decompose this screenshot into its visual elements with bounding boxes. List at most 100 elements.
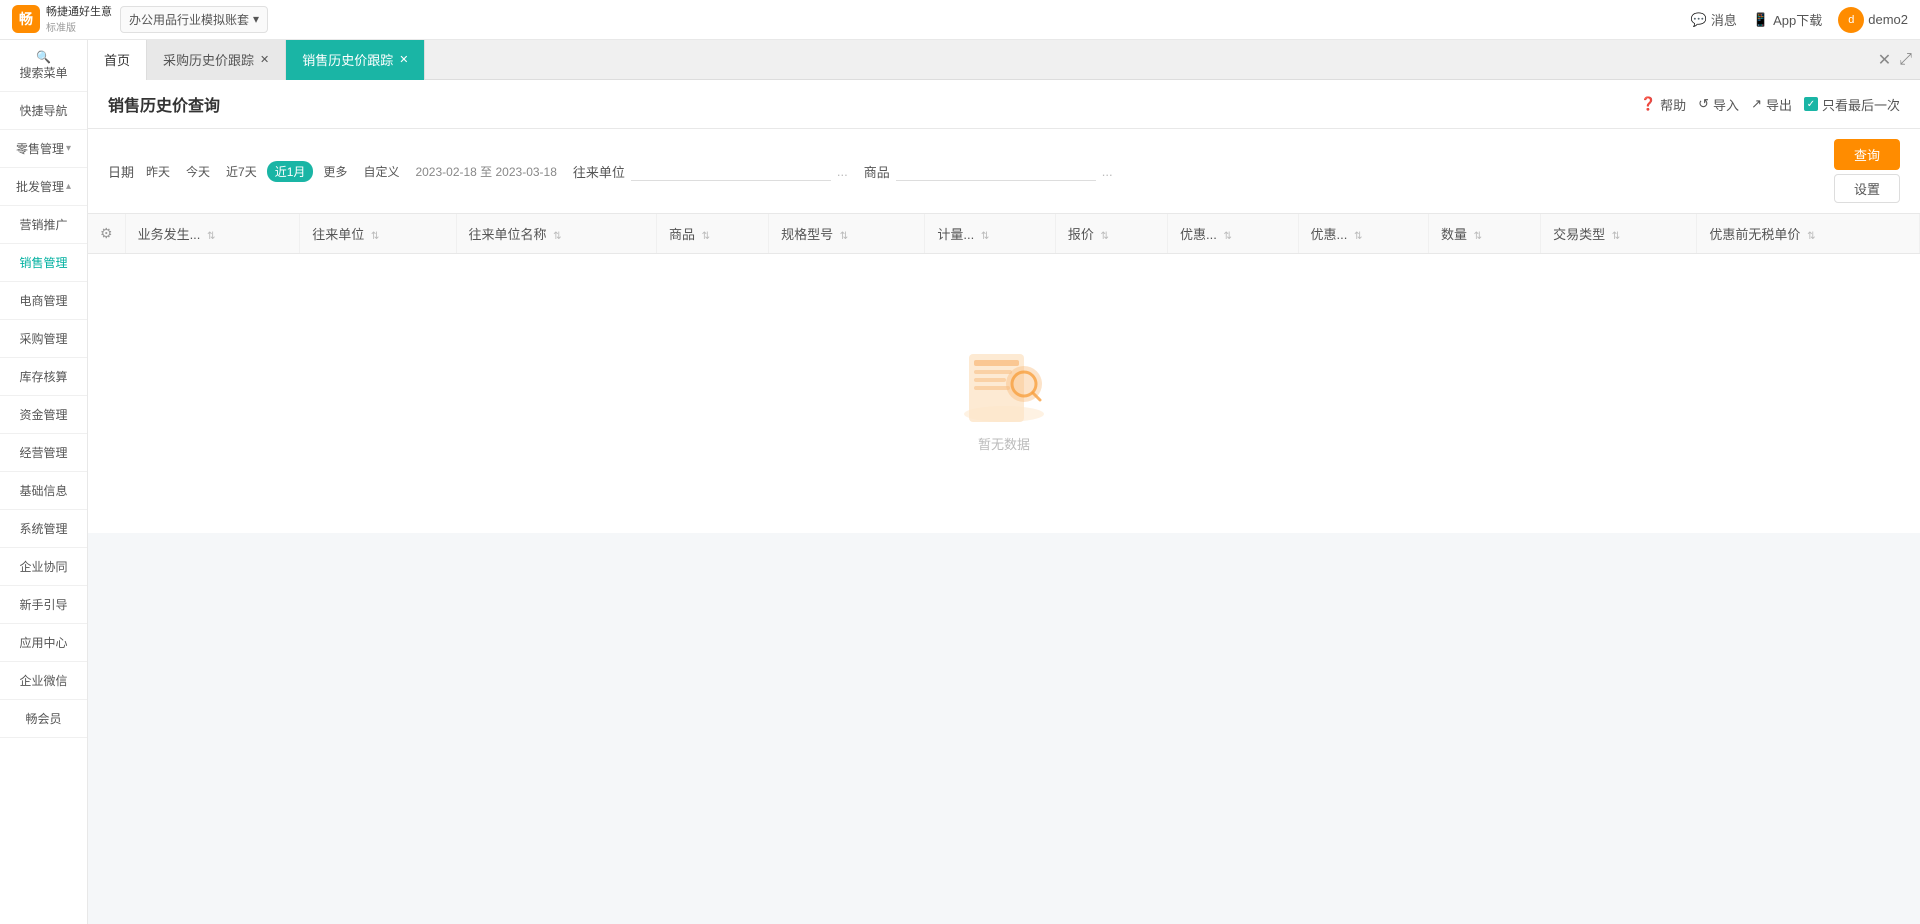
col-unit[interactable]: 计量... ⇅ (925, 214, 1056, 254)
unit-input[interactable] (631, 161, 831, 181)
sidebar-item-ecommerce[interactable]: 电商管理 (0, 282, 87, 320)
app-selector-label: 办公用品行业模拟账套 (129, 11, 249, 28)
col-settings: ⚙ (88, 214, 125, 254)
sidebar-item-marketing[interactable]: 营销推广 (0, 206, 87, 244)
col-trade-type[interactable]: 交易类型 ⇅ (1541, 214, 1697, 254)
sidebar-item-search[interactable]: 🔍 搜索菜单 (0, 40, 87, 92)
chevron-down-icon: ▾ (66, 143, 71, 154)
tab-home[interactable]: 首页 (88, 40, 147, 80)
filter-bar: 日期 昨天 今天 近7天 近1月 更多 自定义 2023-02-18 至 202… (88, 129, 1920, 214)
sort-icon: ⇅ (1354, 231, 1362, 242)
unit-dots[interactable]: ... (837, 164, 848, 179)
filter-action-group: 查询 设置 (1834, 139, 1900, 203)
sidebar-item-wechat[interactable]: 企业微信 (0, 662, 87, 700)
date-btn-7days[interactable]: 近7天 (220, 161, 263, 182)
sidebar-item-wholesale[interactable]: 批发管理 ▴ (0, 168, 87, 206)
col-quote[interactable]: 报价 ⇅ (1055, 214, 1167, 254)
logo-icon: 畅 (12, 5, 40, 33)
checkbox-icon: ✓ (1804, 97, 1818, 111)
col-spec[interactable]: 规格型号 ⇅ (769, 214, 925, 254)
top-bar-right: 💬 消息 📱 App下载 d demo2 (1691, 7, 1908, 33)
chevron-down-icon: ▾ (253, 12, 259, 26)
page-header-actions: ❓ 帮助 ↺ 导入 ↗ 导出 ✓ 只看最后一次 (1640, 95, 1900, 114)
sidebar-item-operations[interactable]: 经营管理 (0, 434, 87, 472)
goods-dots[interactable]: ... (1102, 164, 1113, 179)
tab-sales[interactable]: 销售历史价跟踪 ✕ (286, 40, 425, 80)
col-unit-code[interactable]: 往来单位 ⇅ (300, 214, 456, 254)
sort-icon: ⇅ (702, 231, 710, 242)
message-button[interactable]: 💬 消息 (1691, 10, 1737, 29)
sidebar-item-inventory[interactable]: 库存核算 (0, 358, 87, 396)
sidebar-item-system[interactable]: 系统管理 (0, 510, 87, 548)
help-button[interactable]: ❓ 帮助 (1640, 95, 1686, 114)
tab-sales-close[interactable]: ✕ (399, 53, 408, 66)
app-download-button[interactable]: 📱 App下载 (1753, 10, 1822, 29)
sidebar-item-newbie[interactable]: 新手引导 (0, 586, 87, 624)
sidebar-item-enterprise[interactable]: 企业协同 (0, 548, 87, 586)
sort-icon: ⇅ (1474, 231, 1482, 242)
sort-icon: ⇅ (553, 231, 561, 242)
sort-icon: ⇅ (1101, 231, 1109, 242)
top-bar: 畅 畅捷通好生意 标准版 办公用品行业模拟账套 ▾ 💬 消息 📱 App下载 d… (0, 0, 1920, 40)
col-pretax-price[interactable]: 优惠前无税单价 ⇅ (1697, 214, 1920, 254)
col-qty[interactable]: 数量 ⇅ (1429, 214, 1541, 254)
page-header: 销售历史价查询 ❓ 帮助 ↺ 导入 ↗ 导出 ✓ (88, 80, 1920, 129)
date-btn-custom[interactable]: 自定义 (357, 161, 405, 182)
main-layout: 🔍 搜索菜单 快捷导航 零售管理 ▾ 批发管理 ▴ 营销推广 销售管理 电商管理 (0, 40, 1920, 924)
table-head: ⚙ 业务发生... ⇅ 往来单位 ⇅ 往来单位名称 (88, 214, 1920, 254)
page-title: 销售历史价查询 (108, 92, 220, 116)
date-range-text: 2023-02-18 至 2023-03-18 (415, 163, 556, 180)
logo-tag: 标准版 (46, 19, 112, 34)
tab-purchase[interactable]: 采购历史价跟踪 ✕ (147, 40, 286, 80)
purchase-tab-label: 采购历史价跟踪 (163, 50, 254, 69)
col-biz-date[interactable]: 业务发生... ⇅ (125, 214, 300, 254)
col-discount2[interactable]: 优惠... ⇅ (1298, 214, 1429, 254)
sidebar-item-retail[interactable]: 零售管理 ▾ (0, 130, 87, 168)
settings-button[interactable]: 设置 (1834, 174, 1900, 203)
close-tab-button[interactable]: ✕ (1878, 50, 1891, 70)
import-button[interactable]: ↺ 导入 (1698, 95, 1739, 114)
sales-tab-label: 销售历史价跟踪 (302, 50, 393, 69)
column-settings-icon[interactable]: ⚙ (100, 225, 113, 241)
unit-label: 往来单位 (573, 162, 625, 181)
date-btn-more[interactable]: 更多 (317, 161, 353, 182)
maximize-button[interactable]: ⤢ (1899, 51, 1912, 69)
sort-icon: ⇅ (1223, 231, 1231, 242)
sidebar-item-purchase[interactable]: 采购管理 (0, 320, 87, 358)
last-once-checkbox[interactable]: ✓ 只看最后一次 (1804, 95, 1900, 114)
tab-bar-actions: ✕ ⤢ (1878, 50, 1920, 70)
content-area: 首页 采购历史价跟踪 ✕ 销售历史价跟踪 ✕ ✕ ⤢ 销售历史价查询 (88, 40, 1920, 924)
sidebar-item-appstore[interactable]: 应用中心 (0, 624, 87, 662)
sidebar-item-sales[interactable]: 销售管理 (0, 244, 87, 282)
export-button[interactable]: ↗ 导出 (1751, 95, 1792, 114)
sidebar-item-finance[interactable]: 资金管理 (0, 396, 87, 434)
download-icon: 📱 (1753, 12, 1769, 28)
sort-icon: ⇅ (371, 231, 379, 242)
date-btn-today[interactable]: 今天 (180, 161, 216, 182)
query-button[interactable]: 查询 (1834, 139, 1900, 170)
sort-icon: ⇅ (207, 231, 215, 242)
col-goods[interactable]: 商品 ⇅ (656, 214, 768, 254)
goods-label: 商品 (864, 162, 890, 181)
col-discount1[interactable]: 优惠... ⇅ (1167, 214, 1298, 254)
sort-icon: ⇅ (1807, 231, 1815, 242)
sort-icon: ⇅ (840, 231, 848, 242)
col-unit-name[interactable]: 往来单位名称 ⇅ (456, 214, 656, 254)
sort-icon: ⇅ (981, 231, 989, 242)
empty-state: 暂无数据 (88, 254, 1920, 533)
table-container: ⚙ 业务发生... ⇅ 往来单位 ⇅ 往来单位名称 (88, 214, 1920, 533)
sidebar-item-member[interactable]: 畅会员 (0, 700, 87, 738)
date-btn-1month[interactable]: 近1月 (267, 161, 314, 182)
sort-icon: ⇅ (1612, 231, 1620, 242)
sidebar-item-quick[interactable]: 快捷导航 (0, 92, 87, 130)
date-label: 日期 (108, 162, 134, 181)
date-btn-yesterday[interactable]: 昨天 (140, 161, 176, 182)
app-selector[interactable]: 办公用品行业模拟账套 ▾ (120, 6, 268, 33)
avatar: d (1838, 7, 1864, 33)
tab-bar: 首页 采购历史价跟踪 ✕ 销售历史价跟踪 ✕ ✕ ⤢ (88, 40, 1920, 80)
user-area[interactable]: d demo2 (1838, 7, 1908, 33)
goods-input[interactable] (896, 161, 1096, 181)
import-icon: ↺ (1698, 96, 1709, 112)
sidebar-item-basics[interactable]: 基础信息 (0, 472, 87, 510)
tab-purchase-close[interactable]: ✕ (260, 53, 269, 66)
